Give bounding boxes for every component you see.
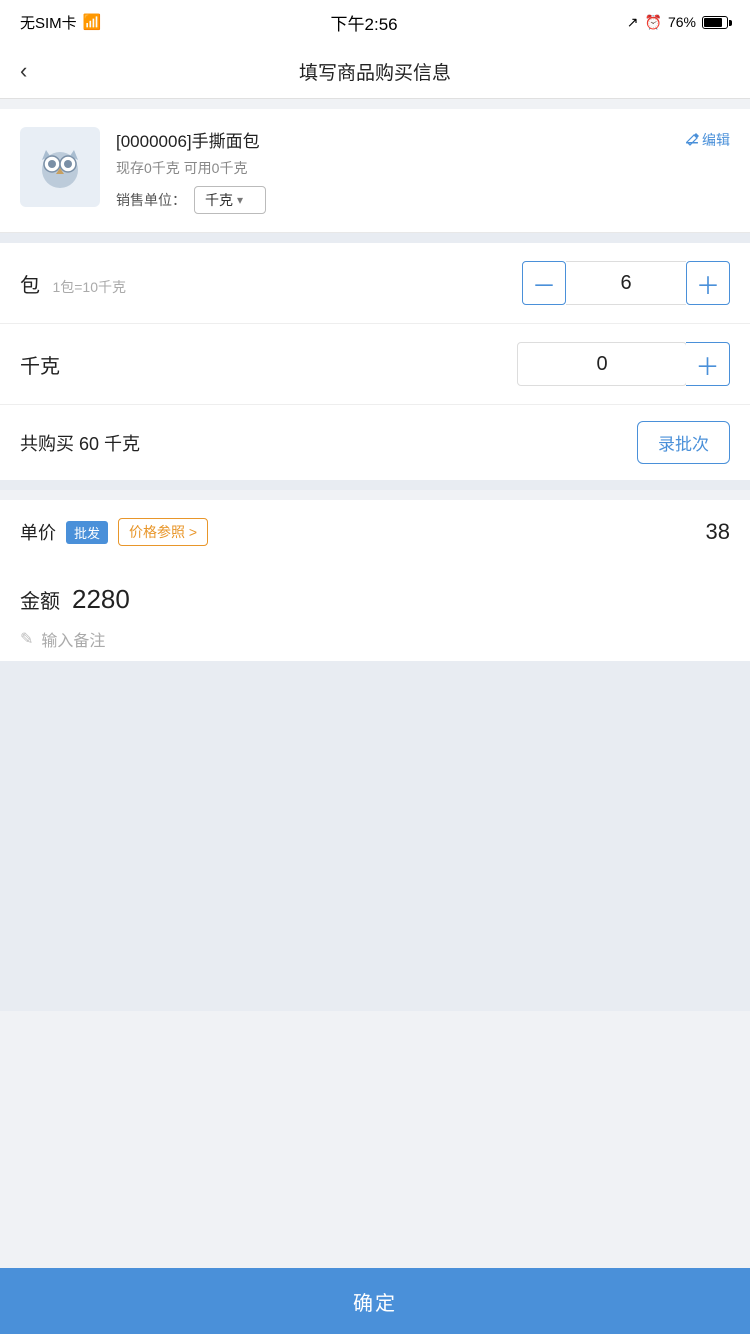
product-owl-logo — [30, 142, 90, 192]
bao-minus-button[interactable]: － — [522, 261, 566, 305]
edit-link[interactable]: 编辑 — [685, 130, 730, 150]
batch-button[interactable]: 录批次 — [637, 421, 730, 464]
status-bar: 无SIM卡 📶 下午2:56 ↗ ⏰ 76% — [0, 0, 750, 44]
bao-quantity-input[interactable] — [566, 261, 686, 305]
amount-row: 金额 2280 — [20, 584, 730, 615]
unit-label: 销售单位： — [116, 190, 186, 210]
amount-value: 2280 — [72, 584, 130, 615]
edit-icon — [685, 133, 699, 147]
price-section: 单价 批发 价格参照 > 38 — [0, 500, 750, 564]
kg-quantity-input[interactable] — [517, 342, 687, 386]
price-value: 38 — [706, 519, 730, 545]
wifi-icon: 📶 — [83, 13, 102, 31]
kg-plus-button[interactable]: ＋ — [686, 342, 730, 386]
note-placeholder: 输入备注 — [41, 627, 105, 651]
kg-row: 千克 ＋ — [0, 324, 750, 405]
bao-label: 包 — [20, 275, 40, 297]
page-title: 填写商品购买信息 — [299, 58, 451, 85]
input-section: 包 1包=10千克 － ＋ 千克 ＋ — [0, 243, 750, 405]
chevron-icon: ▾ — [237, 193, 243, 207]
nav-bar: ‹ 填写商品购买信息 — [0, 44, 750, 99]
product-unit-row: 销售单位： 千克 ▾ — [116, 186, 730, 214]
amount-section: 金额 2280 ✎ 输入备注 — [0, 564, 750, 661]
total-text: 共购买 60 千克 — [20, 430, 140, 456]
kg-label: 千克 — [20, 356, 60, 378]
status-left: 无SIM卡 📶 — [20, 12, 101, 33]
product-card: [0000006]手撕面包 编辑 现存0千克 可用0千克 销售单位： 千克 ▾ — [0, 109, 750, 233]
bao-plus-button[interactable]: ＋ — [686, 261, 730, 305]
bao-sub: 1包=10千克 — [52, 279, 126, 295]
section-divider-2 — [0, 480, 750, 490]
status-time: 下午2:56 — [331, 10, 398, 35]
product-name-row: [0000006]手撕面包 编辑 — [116, 127, 730, 152]
bao-quantity-control: － ＋ — [522, 261, 730, 305]
back-button[interactable]: ‹ — [20, 58, 27, 84]
note-row[interactable]: ✎ 输入备注 — [20, 627, 730, 651]
carrier-label: 无SIM卡 — [20, 12, 77, 33]
product-image — [20, 127, 100, 207]
amount-label: 金额 — [20, 585, 60, 614]
unit-select[interactable]: 千克 ▾ — [194, 186, 266, 214]
battery-icon — [702, 16, 730, 29]
product-name: [0000006]手撕面包 — [116, 127, 260, 152]
total-row: 共购买 60 千克 录批次 — [0, 405, 750, 480]
pencil-icon: ✎ — [20, 629, 33, 649]
kg-label-group: 千克 — [20, 350, 505, 379]
price-ref-button[interactable]: 价格参照 > — [118, 518, 208, 546]
product-info: [0000006]手撕面包 编辑 现存0千克 可用0千克 销售单位： 千克 ▾ — [116, 127, 730, 214]
bao-label-group: 包 1包=10千克 — [20, 269, 510, 298]
confirm-button[interactable]: 确定 — [0, 1268, 750, 1334]
alarm-icon: ⏰ — [645, 14, 662, 31]
section-divider-1 — [0, 233, 750, 243]
bao-row: 包 1包=10千克 － ＋ — [0, 243, 750, 324]
gray-fill-area — [0, 661, 750, 1011]
price-label: 单价 — [20, 519, 56, 545]
price-tag: 批发 — [66, 521, 108, 544]
kg-quantity-control: ＋ — [517, 342, 730, 386]
product-stock: 现存0千克 可用0千克 — [116, 158, 730, 178]
location-icon: ↗ — [627, 14, 639, 31]
battery-percent: 76% — [668, 14, 696, 30]
price-row: 单价 批发 价格参照 > 38 — [20, 518, 730, 546]
status-right: ↗ ⏰ 76% — [627, 14, 730, 31]
